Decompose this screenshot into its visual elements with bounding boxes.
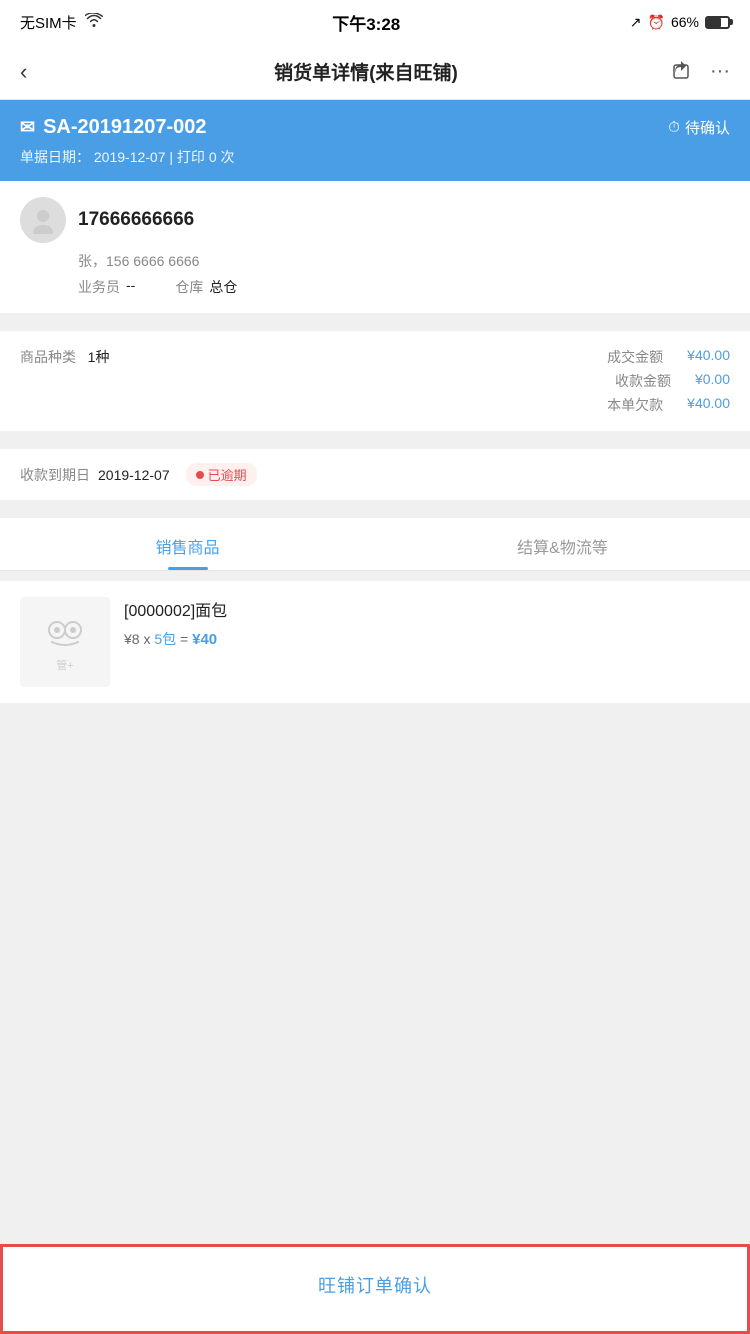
tab-settlement-label: 结算&物流等 [517,540,608,557]
summary-label-0: 成交金额 [607,347,663,367]
warehouse-label: 仓库 [175,277,203,297]
customer-section: 17666666666 张，156 6666 6666 业务员 -- 仓库 总仓 [0,181,750,313]
divider1 [0,323,750,331]
tabs-row: 销售商品 结算&物流等 [0,518,750,571]
page-title: 销货单详情(来自旺铺) [274,58,458,85]
summary-value-2: ¥40.00 [687,395,730,415]
battery-icon [705,16,730,29]
salesman-label: 业务员 [78,277,120,297]
order-envelope-icon: ✉ [20,117,35,138]
nav-bar: ‹ 销货单详情(来自旺铺) ··· [0,44,750,100]
due-date-label: 收款到期日 [20,465,90,485]
customer-salesman: 业务员 -- [78,277,135,297]
tab-products-label: 销售商品 [155,540,219,557]
tab-products[interactable]: 销售商品 [0,518,375,570]
product-name: [0000002]面包 [124,597,730,621]
product-info: [0000002]面包 ¥8 x 5包 = ¥40 [124,597,730,649]
order-id: ✉ SA-20191207-002 [20,116,207,139]
status-bar: 无SIM卡 下午3:28 ↗ ⏰ 66% [0,0,750,44]
order-header: ✉ SA-20191207-002 ⏱ 待确认 单据日期： 2019-12-07… [0,100,750,181]
overdue-dot-icon [196,471,204,479]
order-header-row1: ✉ SA-20191207-002 ⏱ 待确认 [20,116,730,139]
overdue-text: 已逾期 [208,465,247,484]
product-qty: 5包 [154,631,176,647]
product-type-value: 1种 [88,349,110,365]
back-button[interactable]: ‹ [20,59,60,85]
share-icon[interactable] [672,58,694,86]
order-id-text: SA-20191207-002 [43,116,206,139]
tabs-container: 销售商品 结算&物流等 [0,518,750,571]
customer-row1: 17666666666 [20,197,730,243]
product-thumb-logo: 管+ [40,612,90,673]
confirm-order-button[interactable]: 旺铺订单确认 [23,1259,727,1311]
battery-fill [707,18,721,27]
customer-warehouse: 仓库 总仓 [175,277,237,297]
overdue-badge: 已逾期 [186,463,257,486]
customer-phone: 17666666666 [78,209,194,231]
customer-detail: 张，156 6666 6666 [78,251,730,271]
product-type: 商品种类 1种 [20,347,109,367]
divider3 [0,510,750,518]
avatar [20,197,66,243]
due-date-section: 收款到期日 2019-12-07 已逾期 [0,449,750,500]
order-status: ⏱ 待确认 [668,117,730,138]
salesman-value: -- [126,277,135,297]
summary-right: 成交金额 ¥40.00 收款金额 ¥0.00 本单欠款 ¥40.00 [607,347,730,415]
product-price-text: ¥8 x [124,631,154,647]
warehouse-value: 总仓 [209,277,237,297]
order-date-label: 单据日期： [20,149,90,165]
product-section: 管+ [0000002]面包 ¥8 x 5包 = ¥40 [0,581,750,703]
battery-percent: 66% [671,14,699,30]
summary-value-1: ¥0.00 [695,371,730,391]
carrier-text: 无SIM卡 [20,12,77,33]
status-left: 无SIM卡 [20,12,103,33]
product-total: ¥40 [192,631,217,648]
tab-settlement[interactable]: 结算&物流等 [375,518,750,570]
wifi-icon [85,13,103,31]
bottom-empty-area [0,713,750,963]
status-time: 下午3:28 [332,10,400,35]
more-icon[interactable]: ··· [710,60,730,83]
location-icon: ↗ [630,14,642,31]
product-thumbnail: 管+ [20,597,110,687]
summary-row-1: 收款金额 ¥0.00 [615,371,730,391]
summary-section: 商品种类 1种 成交金额 ¥40.00 收款金额 ¥0.00 本单欠款 ¥40.… [0,331,750,431]
confirm-button-container: 旺铺订单确认 [0,1244,750,1334]
order-date-value: 2019-12-07 [94,149,166,165]
product-equals: = [176,631,192,647]
summary-row-0: 成交金额 ¥40.00 [607,347,730,367]
status-right: ↗ ⏰ 66% [630,14,730,31]
order-status-text: 待确认 [685,117,730,138]
summary-label-2: 本单欠款 [607,395,663,415]
divider2 [0,441,750,449]
nav-actions: ··· [672,58,730,86]
customer-meta: 业务员 -- 仓库 总仓 [78,277,730,297]
product-type-label: 商品种类 [20,349,76,365]
due-date-value: 2019-12-07 [98,467,170,483]
clock-icon: ⏱ [668,119,680,136]
alarm-icon: ⏰ [648,14,665,31]
order-print-label: | 打印 0 次 [169,149,234,165]
product-price-row: ¥8 x 5包 = ¥40 [124,629,730,649]
summary-label-1: 收款金额 [615,371,671,391]
summary-value-0: ¥40.00 [687,347,730,367]
order-date-row: 单据日期： 2019-12-07 | 打印 0 次 [20,147,730,167]
summary-row-2: 本单欠款 ¥40.00 [607,395,730,415]
